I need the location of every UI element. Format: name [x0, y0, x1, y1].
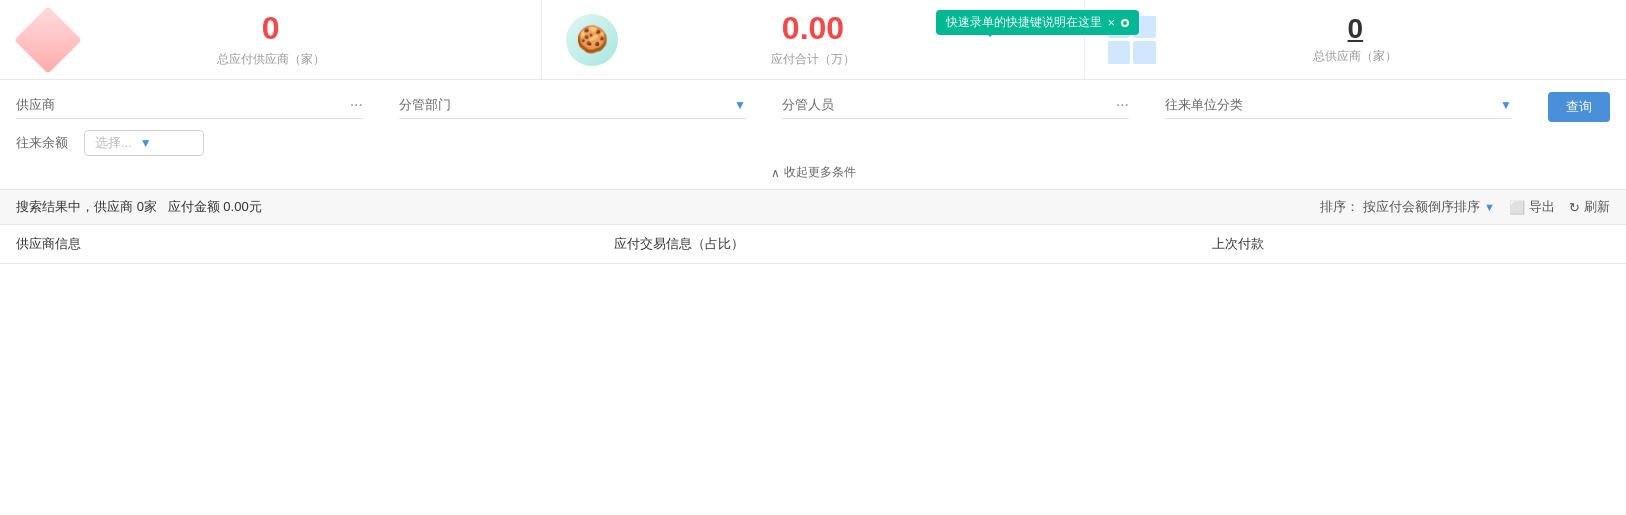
results-actions: 排序： 按应付会额倒序排序 ▼ ⬜ 导出 ↻ 刷新 — [1320, 198, 1610, 216]
sort-arrow: ▼ — [1484, 201, 1495, 213]
th-payable-info: 应付交易信息（占比） — [614, 235, 1212, 253]
supplier-dots[interactable]: ··· — [350, 96, 363, 114]
results-prefix: 搜索结果中，供应商 — [16, 199, 133, 214]
th-last-payment: 上次付款 — [1212, 235, 1611, 253]
unit-label: 往来单位分类 — [1165, 96, 1243, 114]
payable-suppliers-label: 总应付供应商（家） — [217, 51, 325, 68]
export-label: 导出 — [1529, 198, 1555, 216]
total-suppliers-label: 总供应商（家） — [1313, 48, 1397, 65]
diamond-icon-wrap — [24, 16, 72, 64]
query-button[interactable]: 查询 — [1548, 92, 1610, 122]
sort-label: 排序： — [1320, 198, 1359, 216]
stat-total-suppliers: 0 总供应商（家） — [1085, 0, 1626, 79]
unit-input[interactable] — [1251, 97, 1500, 112]
th-supplier-info: 供应商信息 — [16, 235, 614, 253]
results-amount-value: 0.00元 — [223, 199, 261, 214]
tooltip-dot — [1121, 19, 1129, 27]
refresh-icon: ↻ — [1569, 200, 1580, 215]
dept-input[interactable] — [459, 97, 734, 112]
balance-select[interactable]: 选择... ▼ — [84, 130, 204, 156]
search-row-2: 往来余额 选择... ▼ — [16, 130, 1610, 156]
cookie-icon-wrap: 🍪 — [566, 14, 618, 66]
table-body — [0, 264, 1626, 514]
unit-arrow[interactable]: ▼ — [1500, 98, 1512, 112]
refresh-button[interactable]: ↻ 刷新 — [1569, 198, 1610, 216]
export-icon: ⬜ — [1509, 200, 1525, 215]
total-suppliers-value: 0 — [1348, 14, 1364, 45]
search-area: 供应商 ··· 分管部门 ▼ 分管人员 ··· 往来单位分类 ▼ 查询 往来余额 — [0, 80, 1626, 190]
supplier-field: 供应商 ··· — [16, 96, 363, 119]
person-label: 分管人员 — [782, 96, 834, 114]
results-bar: 搜索结果中，供应商 0家 应付金额 0.00元 排序： 按应付会额倒序排序 ▼ … — [0, 190, 1626, 225]
cookie-icon: 🍪 — [566, 14, 618, 66]
results-supplier-count: 0家 — [137, 199, 157, 214]
payable-total-label: 应付合计（万） — [771, 51, 855, 68]
results-info: 搜索结果中，供应商 0家 应付金额 0.00元 — [16, 198, 262, 216]
results-amount-label: 应付金额 — [168, 199, 220, 214]
stat-payable-suppliers: 0 总应付供应商（家） — [0, 0, 542, 79]
supplier-input[interactable] — [63, 97, 350, 112]
refresh-label: 刷新 — [1584, 198, 1610, 216]
collapse-button[interactable]: ∧ 收起更多条件 — [771, 164, 856, 181]
collapse-row: ∧ 收起更多条件 — [16, 164, 1610, 181]
person-input[interactable] — [842, 97, 1116, 112]
tooltip-text: 快速录单的快捷键说明在这里 — [946, 14, 1102, 31]
unit-field: 往来单位分类 ▼ — [1165, 96, 1512, 119]
supplier-label: 供应商 — [16, 96, 55, 114]
balance-placeholder: 选择... — [95, 134, 132, 152]
payable-suppliers-value: 0 — [262, 11, 280, 46]
payable-total-value: 0.00 — [782, 11, 844, 46]
collapse-icon: ∧ — [771, 166, 780, 180]
stats-section: 🍪 快速录单的快捷键说明在这里 × 0 总应付供应商（家） 0.00 应付合计（… — [0, 0, 1626, 80]
diamond-icon — [14, 6, 82, 74]
dept-arrow[interactable]: ▼ — [734, 98, 746, 112]
sort-value: 按应付会额倒序排序 — [1363, 198, 1480, 216]
dept-label: 分管部门 — [399, 96, 451, 114]
table-header: 供应商信息 应付交易信息（占比） 上次付款 — [0, 225, 1626, 264]
tooltip-bubble: 快速录单的快捷键说明在这里 × — [936, 10, 1140, 35]
dept-field: 分管部门 ▼ — [399, 96, 746, 119]
search-row-1: 供应商 ··· 分管部门 ▼ 分管人员 ··· 往来单位分类 ▼ 查询 — [16, 92, 1610, 122]
balance-field: 往来余额 选择... ▼ — [16, 130, 204, 156]
sort-select[interactable]: 排序： 按应付会额倒序排序 ▼ — [1320, 198, 1495, 216]
collapse-label: 收起更多条件 — [784, 164, 856, 181]
export-button[interactable]: ⬜ 导出 — [1509, 198, 1555, 216]
tooltip-close-button[interactable]: × — [1108, 15, 1116, 30]
balance-label: 往来余额 — [16, 134, 68, 152]
balance-arrow: ▼ — [140, 136, 152, 150]
person-field: 分管人员 ··· — [782, 96, 1129, 119]
person-dots[interactable]: ··· — [1116, 96, 1129, 114]
